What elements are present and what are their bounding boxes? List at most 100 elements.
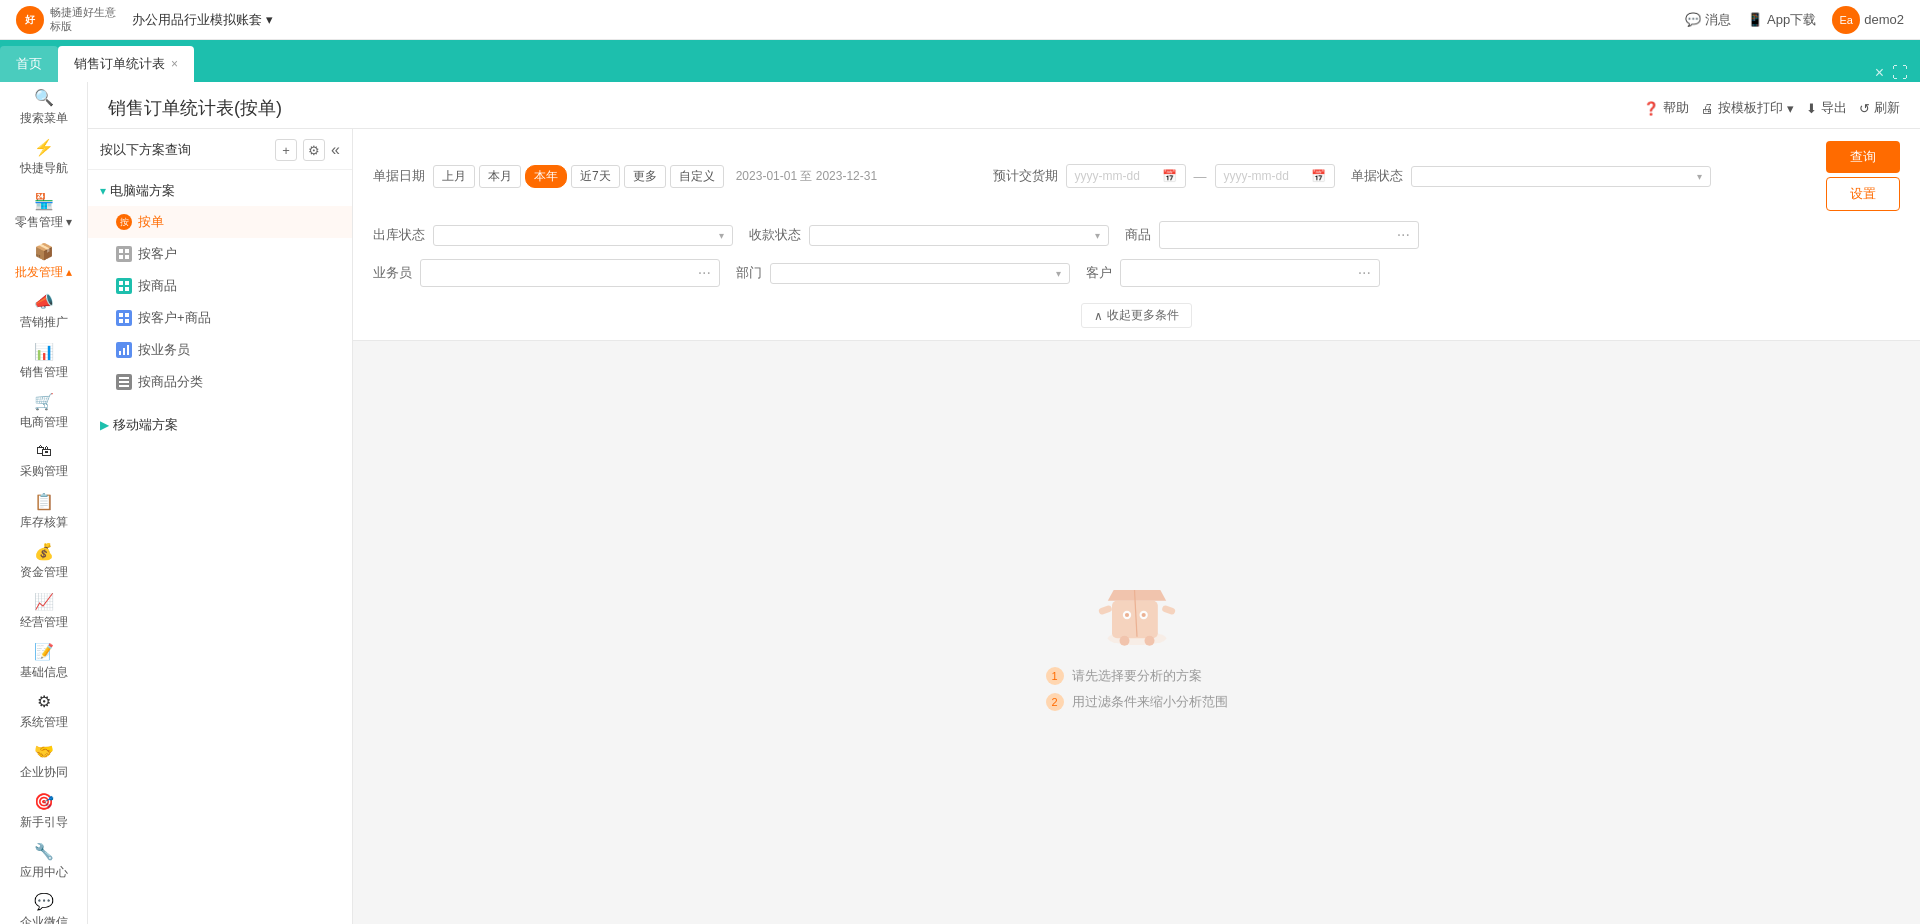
quick-nav-icon: ⚡ (34, 138, 54, 157)
date-shortcuts: 上月 本月 本年 近7天 更多 自定义 (433, 165, 724, 188)
filter-area: 单据日期 上月 本月 本年 近7天 更多 自定义 2023-01-01 至 20… (353, 129, 1920, 341)
sidebar-item-wholesale[interactable]: 📦 批发管理 ▴ (0, 236, 87, 286)
query-buttons-area: 查询 设置 (1826, 141, 1900, 211)
scheme-item-by-salesperson[interactable]: 按业务员 (88, 334, 352, 366)
scheme-item-by-product[interactable]: 按商品 (88, 270, 352, 302)
print-icon: 🖨 (1701, 101, 1714, 116)
tab-home[interactable]: 首页 (0, 46, 58, 82)
filter-col-ship: 出库状态 ▾ (373, 225, 733, 246)
filter-col-department: 部门 ▾ (736, 263, 1070, 284)
sidebar-item-quick-nav[interactable]: ⚡ 快捷导航 (0, 132, 87, 182)
delivery-end-input[interactable]: yyyy-mm-dd 📅 (1215, 164, 1335, 188)
by-salesperson-icon (116, 342, 132, 358)
sidebar-item-finance[interactable]: 💰 资金管理 (0, 536, 87, 586)
payment-caret-icon: ▾ (1095, 230, 1100, 241)
top-bar-right: 💬 消息 📱 App下载 Ea demo2 (1685, 6, 1904, 34)
department-caret-icon: ▾ (1056, 268, 1061, 279)
message-button[interactable]: 💬 消息 (1685, 11, 1731, 29)
export-button[interactable]: ⬇ 导出 (1806, 99, 1847, 117)
search-icon: 🔍 (34, 88, 54, 107)
user-menu[interactable]: Ea demo2 (1832, 6, 1904, 34)
sidebar-item-inventory[interactable]: 📋 库存核算 (0, 486, 87, 536)
settings-button[interactable]: 设置 (1826, 177, 1900, 211)
filter-row-1: 单据日期 上月 本月 本年 近7天 更多 自定义 2023-01-01 至 20… (373, 141, 1900, 211)
chevron-right-icon: ▶ (100, 418, 109, 432)
svg-rect-6 (119, 287, 123, 291)
product-select[interactable]: ··· (1159, 221, 1419, 249)
sidebar-item-retail[interactable]: 🏪 零售管理 ▾ (0, 186, 87, 236)
sidebar-item-sales[interactable]: 📊 销售管理 (0, 336, 87, 386)
filter-col-product: 商品 ··· (1125, 221, 1419, 249)
this-year-btn[interactable]: 本年 (525, 165, 567, 188)
svg-rect-14 (127, 345, 129, 355)
sidebar-item-guide[interactable]: 🎯 新手引导 (0, 786, 87, 836)
sidebar-item-purchase[interactable]: 🛍 采购管理 (0, 436, 87, 486)
by-product-icon (116, 278, 132, 294)
date-filter-label: 单据日期 (373, 167, 425, 185)
scheme-mobile-group-header[interactable]: ▶ 移动端方案 (88, 410, 352, 440)
scheme-panel-title: 按以下方案查询 (100, 141, 191, 159)
sidebar-item-marketing[interactable]: 📣 营销推广 (0, 286, 87, 336)
ship-status-label: 出库状态 (373, 226, 425, 244)
tab-sales-order-stats[interactable]: 销售订单统计表 × (58, 46, 194, 82)
delivery-start-placeholder: yyyy-mm-dd (1075, 169, 1140, 183)
sidebar-item-wechat[interactable]: 💬 企业微信 (0, 886, 87, 924)
payment-status-select[interactable]: ▾ (809, 225, 1109, 246)
sidebar-item-basic-info[interactable]: 📝 基础信息 (0, 636, 87, 686)
product-label: 商品 (1125, 226, 1151, 244)
salesperson-select[interactable]: ··· (420, 259, 720, 287)
scheme-collapse-button[interactable]: « (331, 141, 340, 159)
download-icon: 📱 (1747, 12, 1763, 27)
scheme-item-by-order[interactable]: 按 按单 (88, 206, 352, 238)
sidebar-item-app-center[interactable]: 🔧 应用中心 (0, 836, 87, 886)
scheme-item-by-customer[interactable]: 按客户 (88, 238, 352, 270)
tab-maximize-icon[interactable]: ⛶ (1892, 64, 1908, 82)
by-order-icon: 按 (116, 214, 132, 230)
ship-status-select[interactable]: ▾ (433, 225, 733, 246)
ship-caret-icon: ▾ (719, 230, 724, 241)
wholesale-icon: 📦 (34, 242, 54, 261)
refresh-button[interactable]: ↺ 刷新 (1859, 99, 1900, 117)
collapse-bar-button[interactable]: ∧ 收起更多条件 (1081, 303, 1192, 328)
scheme-mobile-group-label: 移动端方案 (113, 416, 178, 434)
svg-rect-16 (119, 381, 129, 383)
more-btn[interactable]: 更多 (624, 165, 666, 188)
scheme-settings-button[interactable]: ⚙ (303, 139, 325, 161)
last7days-btn[interactable]: 近7天 (571, 165, 620, 188)
scheme-item-by-customer-product[interactable]: 按客户+商品 (88, 302, 352, 334)
customer-select[interactable]: ··· (1120, 259, 1380, 287)
custom-btn[interactable]: 自定义 (670, 165, 724, 188)
content-area: 销售订单统计表(按单) ❓ 帮助 🖨 按模板打印 ▾ ⬇ 导出 ↺ 刷新 (88, 82, 1920, 924)
scheme-add-button[interactable]: + (275, 139, 297, 161)
order-status-select[interactable]: ▾ (1411, 166, 1711, 187)
date-separator: — (1194, 169, 1207, 184)
empty-hints: 1 请先选择要分析的方案 2 用过滤条件来缩小分析范围 (1046, 667, 1228, 711)
print-button[interactable]: 🖨 按模板打印 ▾ (1701, 99, 1794, 117)
sidebar-item-business[interactable]: 📈 经营管理 (0, 586, 87, 636)
delivery-start-input[interactable]: yyyy-mm-dd 📅 (1066, 164, 1186, 188)
query-button[interactable]: 查询 (1826, 141, 1900, 173)
sidebar-item-search[interactable]: 🔍 搜索菜单 (0, 82, 87, 132)
tab-minimize-icon[interactable]: × (1875, 64, 1884, 82)
filter-col-date: 单据日期 上月 本月 本年 近7天 更多 自定义 2023-01-01 至 20… (373, 165, 877, 188)
department-select[interactable]: ▾ (770, 263, 1070, 284)
collapse-up-icon: ∧ (1094, 309, 1103, 323)
sidebar-item-ecommerce[interactable]: 🛒 电商管理 (0, 386, 87, 436)
avatar: Ea (1832, 6, 1860, 34)
customer-dots-icon: ··· (1358, 264, 1371, 282)
help-button[interactable]: ❓ 帮助 (1643, 99, 1689, 117)
tab-close-icon[interactable]: × (171, 57, 178, 71)
app-center-icon: 🔧 (34, 842, 54, 861)
business-icon: 📈 (34, 592, 54, 611)
app-download-button[interactable]: 📱 App下载 (1747, 11, 1816, 29)
sidebar-item-enterprise[interactable]: 🤝 企业协同 (0, 736, 87, 786)
calendar-icon: 📅 (1162, 169, 1177, 183)
scheme-item-by-category[interactable]: 按商品分类 (88, 366, 352, 398)
sidebar-item-system[interactable]: ⚙ 系统管理 (0, 686, 87, 736)
top-bar-left: 好 畅捷通好生意 标版 办公用品行业模拟账套 ▾ (16, 6, 273, 34)
purchase-icon: 🛍 (36, 442, 52, 460)
this-month-btn[interactable]: 本月 (479, 165, 521, 188)
guide-icon: 🎯 (34, 792, 54, 811)
scheme-pc-group-header[interactable]: ▾ 电脑端方案 (88, 176, 352, 206)
last-month-btn[interactable]: 上月 (433, 165, 475, 188)
